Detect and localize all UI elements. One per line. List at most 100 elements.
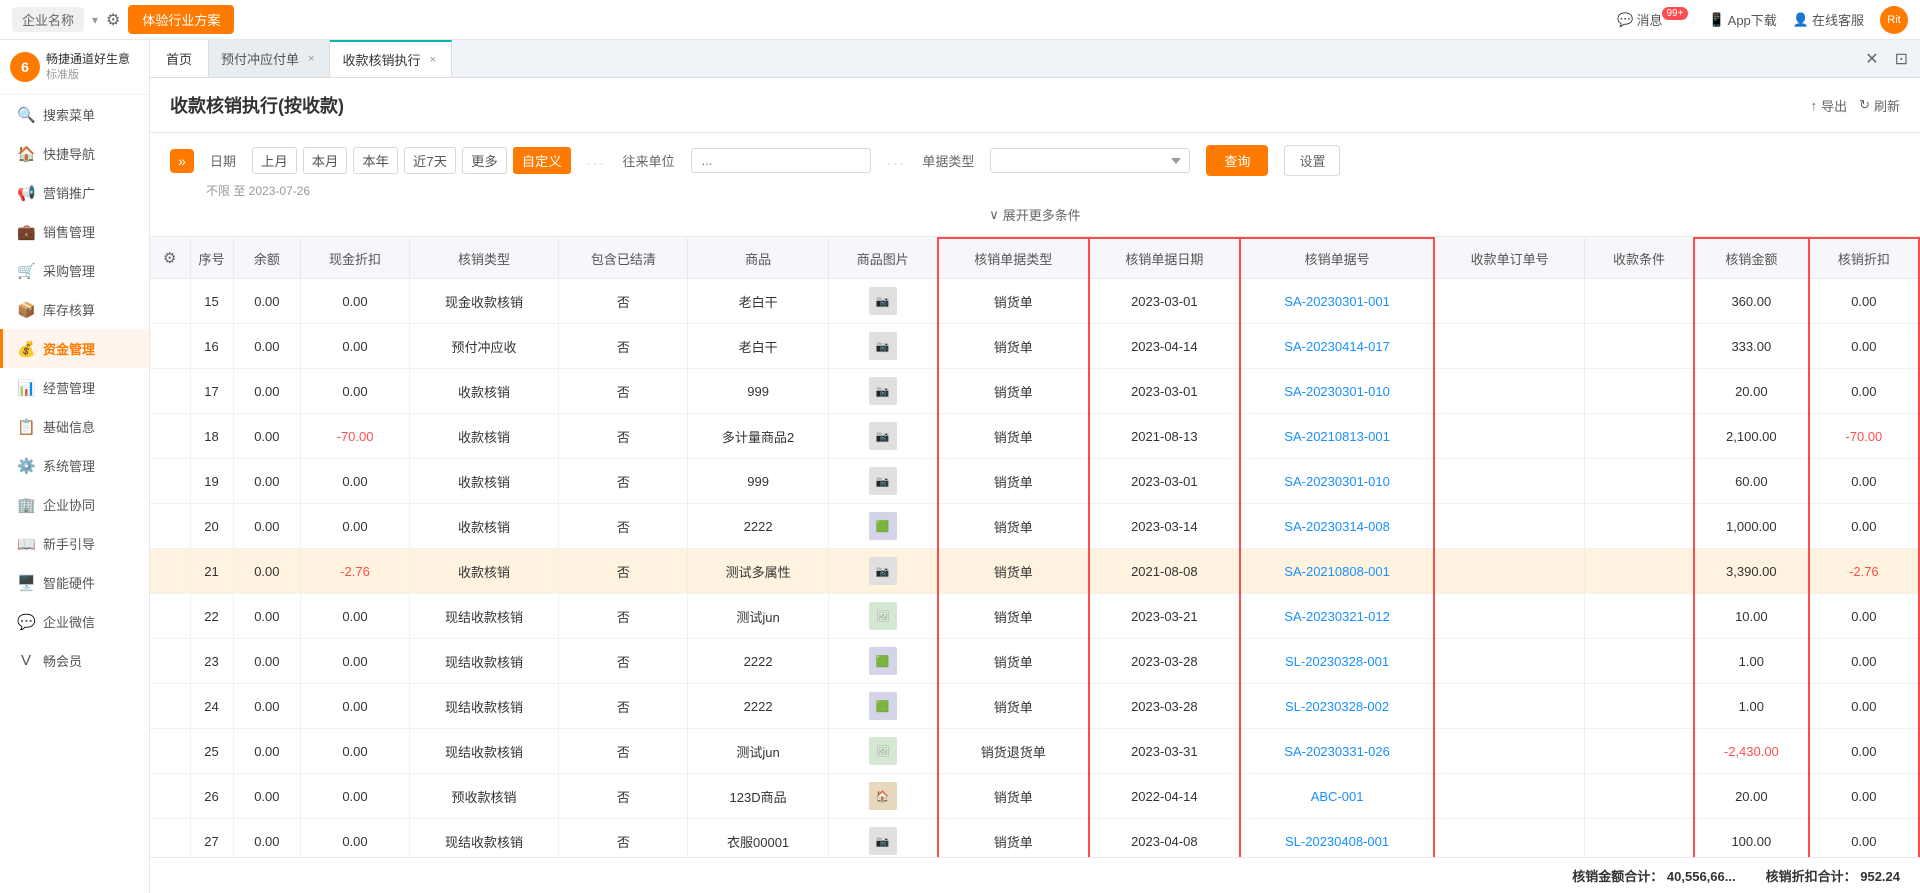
td-cancel-doc-no[interactable]: SA-20230314-008 [1240, 504, 1434, 549]
td-cancel-doc-no[interactable]: SL-20230328-002 [1240, 684, 1434, 729]
td-cancel-doc-no[interactable]: SA-20230301-010 [1240, 459, 1434, 504]
tab-prepay-close[interactable]: × [305, 52, 317, 66]
td-cancel-doc-no[interactable]: SA-20230331-026 [1240, 729, 1434, 774]
table-settings-icon[interactable]: ⚙ [163, 250, 176, 267]
cancel-doc-link[interactable]: SA-20210808-001 [1284, 564, 1390, 579]
td-cancel-doc-date: 2023-03-21 [1089, 594, 1240, 639]
th-settings[interactable]: ⚙ [150, 238, 190, 279]
th-cancel-doc-type: 核销单据类型 [938, 238, 1089, 279]
goods-img-thumb: 📷 [869, 557, 897, 585]
td-cancel-doc-no[interactable]: SA-20230301-010 [1240, 369, 1434, 414]
sidebar-item-hardware[interactable]: 🖥️ 智能硬件 [0, 563, 149, 602]
avatar[interactable]: Rit [1880, 6, 1908, 34]
sidebar-item-inventory[interactable]: 📦 库存核算 [0, 290, 149, 329]
message-icon: 💬 [1617, 12, 1633, 28]
td-goods-img: 🖼 [828, 594, 937, 639]
sidebar-item-search[interactable]: 🔍 搜索菜单 [0, 95, 149, 134]
sidebar-item-finance[interactable]: 💰 资金管理 [0, 329, 149, 368]
sidebar-item-enterprise[interactable]: 🏢 企业协同 [0, 485, 149, 524]
cancel-doc-link[interactable]: SA-20230301-010 [1284, 474, 1390, 489]
company-selector[interactable]: 企业名称 [12, 7, 84, 32]
date-more-btn[interactable]: 更多 [462, 147, 507, 174]
sidebar-item-basic[interactable]: 📋 基础信息 [0, 407, 149, 446]
query-btn[interactable]: 查询 [1206, 145, 1268, 176]
date-cur-year-btn[interactable]: 本年 [353, 147, 398, 174]
filter-expand-btn[interactable]: » [170, 149, 194, 173]
cancel-doc-link[interactable]: SA-20230301-010 [1284, 384, 1390, 399]
tab-home[interactable]: 首页 [150, 40, 209, 77]
cancel-doc-link[interactable]: SL-20230328-001 [1285, 654, 1389, 669]
td-receipt-order-no [1434, 594, 1584, 639]
td-cancel-doc-no[interactable]: SL-20230408-001 [1240, 819, 1434, 858]
td-include-settled: 否 [559, 819, 688, 858]
td-cancel-doc-no[interactable]: SA-20230301-001 [1240, 279, 1434, 324]
tab-restore-icon[interactable]: ⊡ [1891, 47, 1912, 71]
tab-close-all-icon[interactable]: ✕ [1861, 47, 1882, 71]
td-cancel-doc-date: 2023-03-01 [1089, 279, 1240, 324]
sidebar-item-marketing[interactable]: 📢 营销推广 [0, 173, 149, 212]
expand-more-btn[interactable]: ∨ 展开更多条件 [170, 205, 1900, 224]
cancel-doc-link[interactable]: SA-20230301-001 [1284, 294, 1390, 309]
filter-settings-btn[interactable]: 设置 [1284, 145, 1340, 176]
td-seq: 16 [190, 324, 233, 369]
sidebar-item-system[interactable]: ⚙️ 系统管理 [0, 446, 149, 485]
cancel-doc-link[interactable]: SA-20230331-026 [1284, 744, 1390, 759]
td-seq: 18 [190, 414, 233, 459]
online-service-item[interactable]: 👤 在线客服 [1793, 10, 1864, 29]
gear-icon[interactable]: ⚙ [106, 10, 120, 30]
tab-receive[interactable]: 收款核销执行 × [330, 40, 451, 77]
table-wrapper[interactable]: ⚙ 序号 余额 现金折扣 核销类型 包含已结清 商品 商品图片 核销单据类型 核… [150, 237, 1920, 857]
td-include-settled: 否 [559, 279, 688, 324]
app-download-item[interactable]: 📱 App下载 [1708, 10, 1776, 29]
date-custom-btn[interactable]: 自定义 [513, 147, 571, 174]
td-cancel-doc-no[interactable]: SA-20210813-001 [1240, 414, 1434, 459]
td-receipt-order-no [1434, 459, 1584, 504]
tab-receive-close[interactable]: × [426, 53, 438, 67]
td-cancel-doc-no[interactable]: SL-20230328-001 [1240, 639, 1434, 684]
td-receipt-condition [1585, 459, 1694, 504]
cancel-doc-link[interactable]: SA-20230414-017 [1284, 339, 1390, 354]
sidebar-icon-enterprise: 🏢 [17, 496, 35, 514]
message-item[interactable]: 💬 消息 99+ [1617, 10, 1692, 29]
cancel-doc-link[interactable]: SA-20230321-012 [1284, 609, 1390, 624]
td-receipt-condition [1585, 324, 1694, 369]
td-receipt-order-no [1434, 774, 1584, 819]
cancel-doc-link[interactable]: ABC-001 [1311, 789, 1364, 804]
td-receipt-order-no [1434, 549, 1584, 594]
industry-btn[interactable]: 体验行业方案 [128, 5, 234, 34]
sidebar-item-sales[interactable]: 💼 销售管理 [0, 212, 149, 251]
date-filters: 上月 本月 本年 近7天 更多 自定义 [252, 147, 571, 174]
td-cancel-doc-no[interactable]: SA-20230414-017 [1240, 324, 1434, 369]
cancel-doc-link[interactable]: SL-20230408-001 [1285, 834, 1389, 849]
tab-receive-label: 收款核销执行 [342, 50, 420, 69]
export-btn[interactable]: ↑ 导出 [1811, 96, 1848, 115]
sidebar-item-wechat[interactable]: 💬 企业微信 [0, 602, 149, 641]
td-goods-img: 🟩 [828, 684, 937, 729]
refresh-btn[interactable]: ↻ 刷新 [1859, 96, 1900, 115]
tab-prepay[interactable]: 预付冲应付单 × [209, 40, 330, 77]
sidebar-item-quick-nav[interactable]: 🏠 快捷导航 [0, 134, 149, 173]
date-cur-month-btn[interactable]: 本月 [303, 147, 348, 174]
cancel-doc-link[interactable]: SL-20230328-002 [1285, 699, 1389, 714]
sidebar-item-purchase[interactable]: 🛒 采购管理 [0, 251, 149, 290]
date-7days-btn[interactable]: 近7天 [404, 147, 456, 174]
td-cancel-type: 收款核销 [409, 369, 559, 414]
date-prev-month-btn[interactable]: 上月 [252, 147, 297, 174]
td-cancel-doc-no[interactable]: SA-20210808-001 [1240, 549, 1434, 594]
tab-controls: ✕ ⊡ [1853, 47, 1920, 71]
sidebar-item-newbie[interactable]: 📖 新手引导 [0, 524, 149, 563]
sidebar-item-operations[interactable]: 📊 经营管理 [0, 368, 149, 407]
party-input[interactable] [691, 148, 871, 173]
date-filter-label: 日期 [210, 151, 236, 170]
top-bar-right: 💬 消息 99+ 📱 App下载 👤 在线客服 Rit [1617, 6, 1908, 34]
cancel-doc-link[interactable]: SA-20210813-001 [1284, 429, 1390, 444]
td-seq: 27 [190, 819, 233, 858]
doc-type-select[interactable] [990, 148, 1190, 173]
cancel-doc-link[interactable]: SA-20230314-008 [1284, 519, 1390, 534]
td-cancel-doc-no[interactable]: ABC-001 [1240, 774, 1434, 819]
sidebar-item-member[interactable]: V 畅会员 [0, 641, 149, 680]
td-cancel-discount: 0.00 [1809, 369, 1919, 414]
td-balance: 0.00 [233, 459, 301, 504]
table-row: 18 0.00 -70.00 收款核销 否 多计量商品2 📷 销货单 2021-… [150, 414, 1919, 459]
td-cancel-doc-no[interactable]: SA-20230321-012 [1240, 594, 1434, 639]
